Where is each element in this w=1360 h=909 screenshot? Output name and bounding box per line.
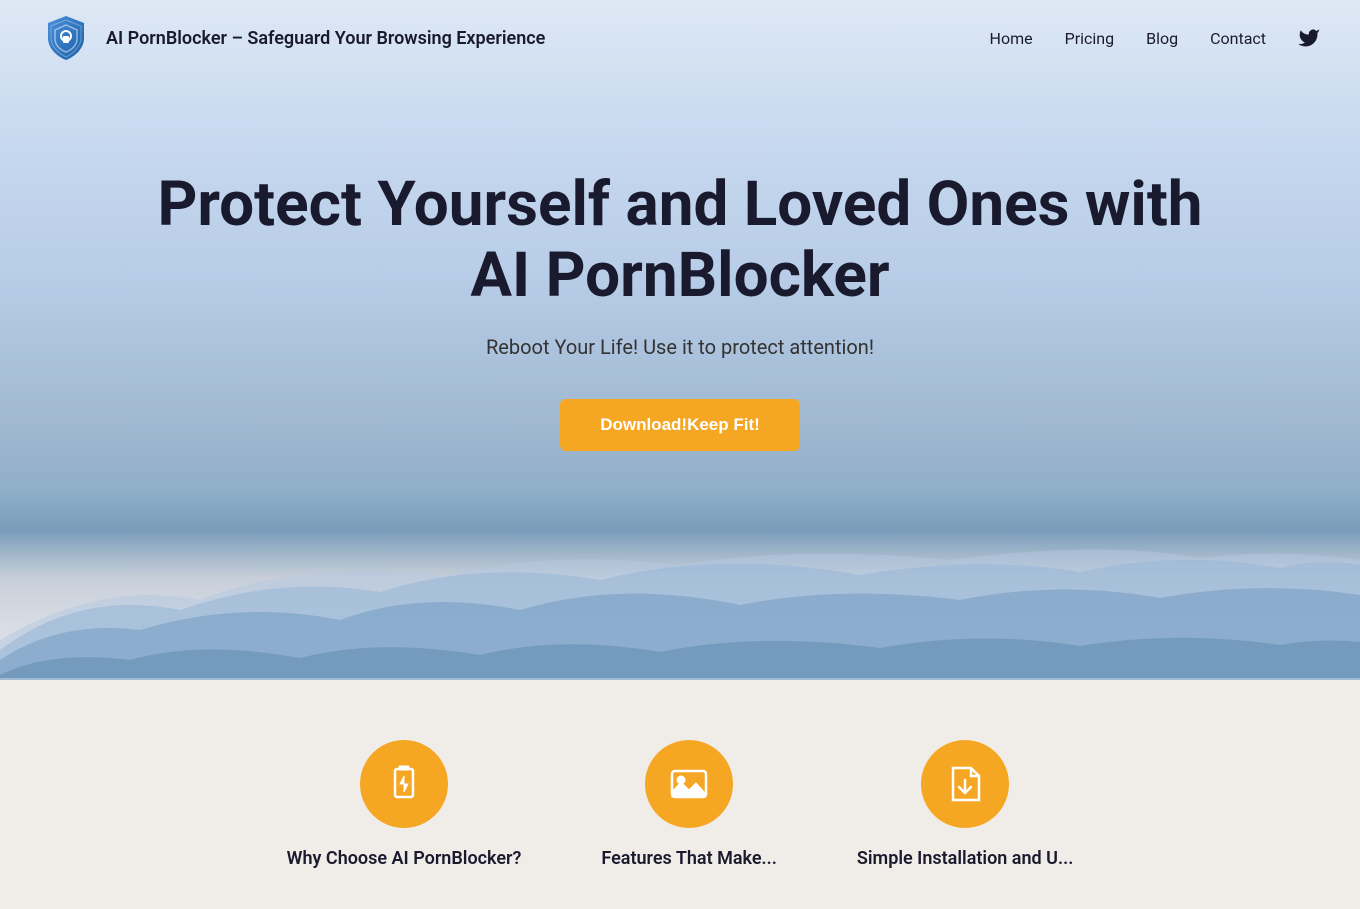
feature-icon-features [645,740,733,828]
nav-title: AI PornBlocker – Safeguard Your Browsing… [106,28,545,49]
hero-content: Protect Yourself and Loved Ones with AI … [90,169,1270,452]
feature-item-why: Why Choose AI PornBlocker? [287,740,522,869]
nav-link-pricing[interactable]: Pricing [1065,29,1115,48]
features-section: Why Choose AI PornBlocker? Features That… [0,680,1360,909]
navbar: AI PornBlocker – Safeguard Your Browsing… [0,0,1360,76]
image-icon [667,762,711,806]
logo-icon [40,12,92,64]
hero-title: Protect Yourself and Loved Ones with AI … [130,169,1230,312]
nav-link-blog[interactable]: Blog [1146,29,1178,48]
nav-link-home[interactable]: Home [990,29,1033,48]
hero-subtitle: Reboot Your Life! Use it to protect atte… [130,335,1230,359]
feature-icon-why [360,740,448,828]
feature-item-install: Simple Installation and U... [857,740,1073,869]
feature-icon-install [921,740,1009,828]
hero-section: Protect Yourself and Loved Ones with AI … [0,0,1360,680]
feature-item-features: Features That Make... [601,740,777,869]
nav-left: AI PornBlocker – Safeguard Your Browsing… [40,12,545,64]
hero-cta-button[interactable]: Download!Keep Fit! [560,399,800,451]
battery-icon [382,762,426,806]
nav-right: Home Pricing Blog Contact [990,27,1320,49]
mountains-decoration [0,420,1360,680]
download-doc-icon [943,762,987,806]
nav-link-contact[interactable]: Contact [1210,29,1266,48]
twitter-icon[interactable] [1298,27,1320,49]
